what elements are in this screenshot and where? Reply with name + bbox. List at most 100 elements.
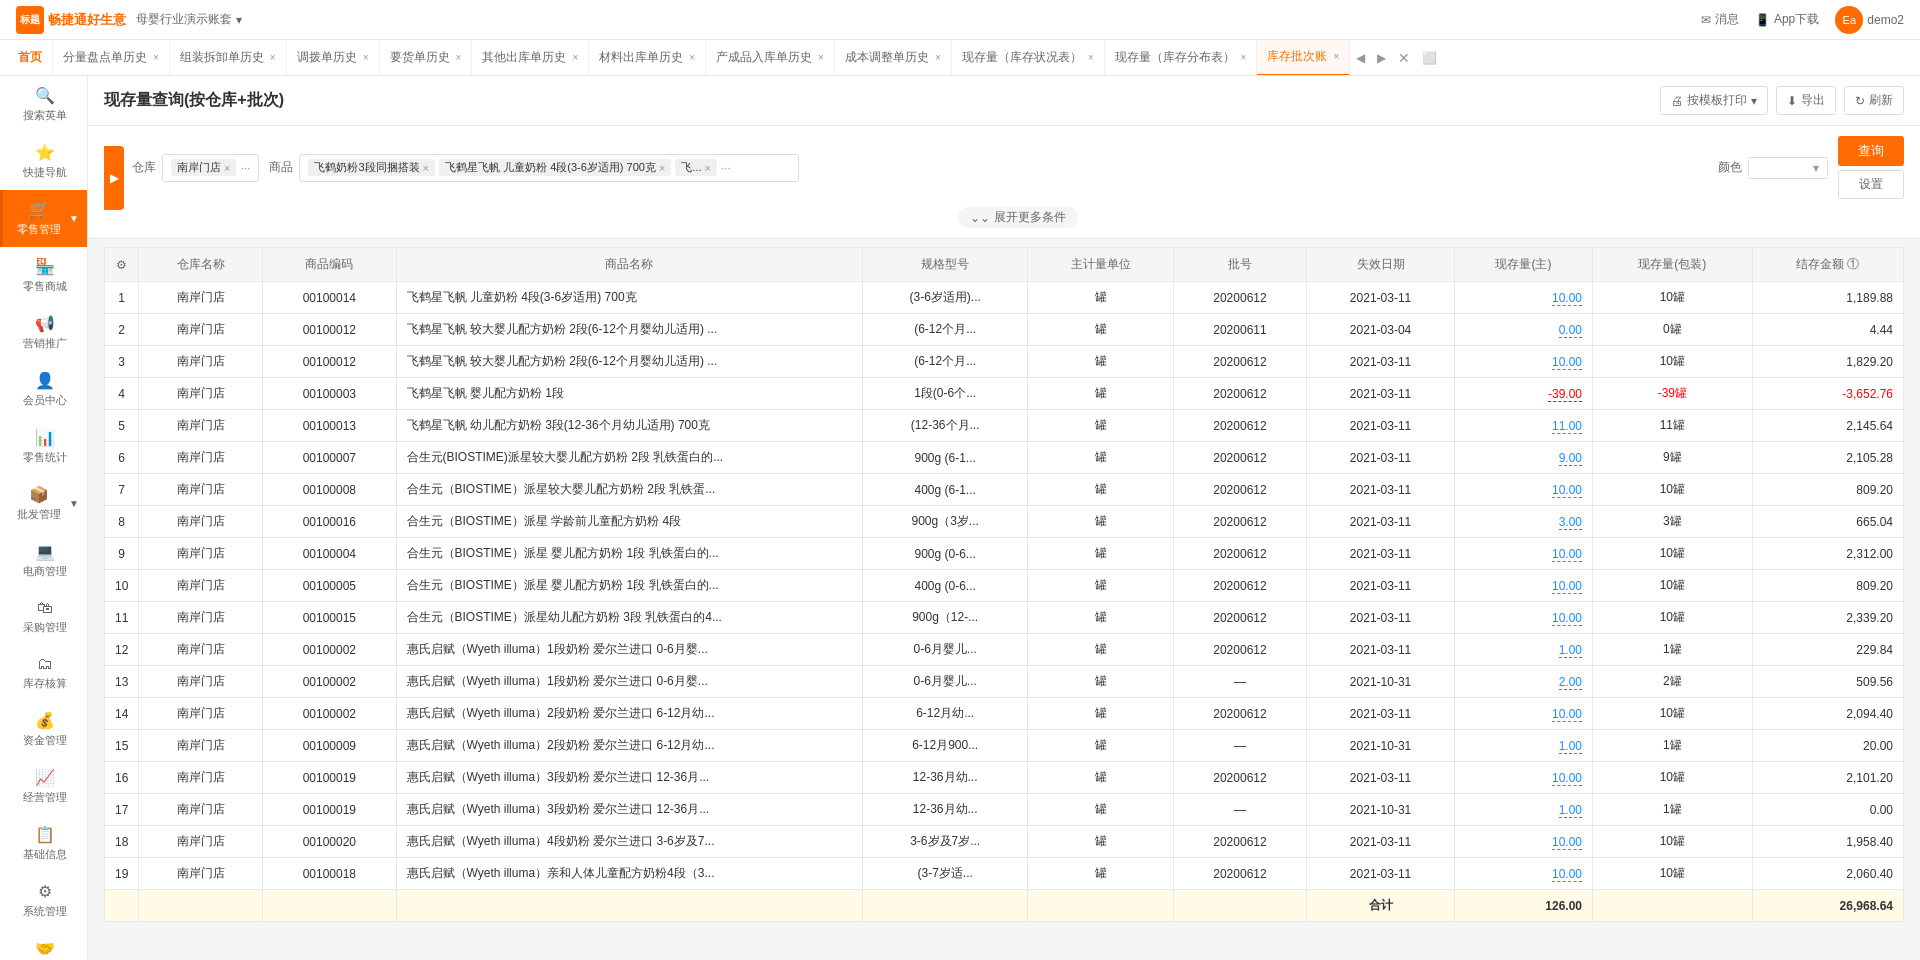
ecommerce-icon: 💻: [35, 542, 55, 561]
product-input[interactable]: 飞鹤奶粉3段同捆搭装 × 飞鹤星飞帆 儿童奶粉 4段(3-6岁适用) 700克 …: [299, 154, 799, 182]
tab-split[interactable]: 分量盘点单历史×: [53, 40, 170, 76]
tab-transfer[interactable]: 调拨单历史×: [287, 40, 380, 76]
table-row: 13 南岸门店 00100002 惠氏启赋（Wyeth illuma）1段奶粉 …: [105, 666, 1904, 698]
sidebar-item-operations[interactable]: 📈 经营管理: [0, 758, 87, 815]
tab-other-out[interactable]: 其他出库单历史×: [472, 40, 589, 76]
tab-requisition[interactable]: 要货单历史×: [380, 40, 473, 76]
sidebar-item-wholesale[interactable]: 📦 批发管理 ▼: [0, 475, 87, 532]
warehouse-more[interactable]: ···: [240, 161, 250, 175]
print-dropdown-arrow: ▾: [1751, 94, 1757, 108]
sidebar-item-inventory[interactable]: 🗂 库存核算: [0, 645, 87, 701]
product-tag-1-remove[interactable]: ×: [423, 162, 429, 174]
logo-icon: 标题: [16, 6, 44, 34]
chevron-down-icon: ▼: [69, 213, 79, 224]
sidebar-item-ecommerce[interactable]: 💻 电商管理: [0, 532, 87, 589]
tab-cost-adj[interactable]: 成本调整单历史×: [835, 40, 952, 76]
product-tag-3: 飞... ×: [675, 159, 717, 176]
main-layout: 🔍 搜索英单 ⭐ 快捷导航 🛒 零售管理 ▼ 🏪 零售商城 📢 营销推广 👤 会…: [0, 76, 1920, 960]
user-menu[interactable]: Ea demo2: [1835, 6, 1904, 34]
wholesale-icon: 📦: [29, 485, 49, 504]
color-dropdown-arrow: ▾: [1813, 161, 1819, 175]
warehouse-filter: 仓库 南岸门店 × ···: [132, 154, 259, 182]
col-qty-main: 现存量(主): [1454, 248, 1592, 282]
product-more[interactable]: ···: [721, 161, 731, 175]
avatar: Ea: [1835, 6, 1863, 34]
col-spec: 规格型号: [862, 248, 1028, 282]
nav-close-all[interactable]: ✕: [1392, 50, 1416, 66]
sidebar-item-marketing[interactable]: 📢 营销推广: [0, 304, 87, 361]
org-selector[interactable]: 母婴行业演示账套 ▾: [136, 11, 242, 28]
star-icon: ⭐: [35, 143, 55, 162]
sidebar-item-retail[interactable]: 🛒 零售管理 ▼: [0, 190, 87, 247]
warehouse-tag-remove[interactable]: ×: [224, 162, 230, 174]
logo: 标题 畅捷通好生意: [16, 6, 126, 34]
top-bar-right: ✉ 消息 📱 App下载 Ea demo2: [1701, 6, 1904, 34]
sidebar-item-enterprise[interactable]: 🤝 企业协同: [0, 929, 87, 960]
message-btn[interactable]: ✉ 消息: [1701, 11, 1739, 28]
table-row: 3 南岸门店 00100012 飞鹤星飞帆 较大婴儿配方奶粉 2段(6-12个月…: [105, 346, 1904, 378]
logo-text: 畅捷通好生意: [48, 11, 126, 29]
table-row: 12 南岸门店 00100002 惠氏启赋（Wyeth illuma）1段奶粉 …: [105, 634, 1904, 666]
table-footer-row: 合计 126.00 26,968.64: [105, 890, 1904, 922]
table-row: 18 南岸门店 00100020 惠氏启赋（Wyeth illuma）4段奶粉 …: [105, 826, 1904, 858]
top-bar: 标题 畅捷通好生意 母婴行业演示账套 ▾ ✉ 消息 📱 App下载 Ea dem…: [0, 0, 1920, 40]
tab-material-out[interactable]: 材料出库单历史×: [589, 40, 706, 76]
table-row: 14 南岸门店 00100002 惠氏启赋（Wyeth illuma）2段奶粉 …: [105, 698, 1904, 730]
nav-next-arrow[interactable]: ▶: [1371, 51, 1392, 65]
col-balance: 结存金额 ①: [1752, 248, 1903, 282]
shop-icon: 🏪: [35, 257, 55, 276]
product-tag-3-remove[interactable]: ×: [705, 162, 711, 174]
sidebar-item-basic[interactable]: 📋 基础信息: [0, 815, 87, 872]
sidebar-item-retail-shop[interactable]: 🏪 零售商城: [0, 247, 87, 304]
sidebar-item-member[interactable]: 👤 会员中心: [0, 361, 87, 418]
footer-label: 合计: [1307, 890, 1455, 922]
table-row: 8 南岸门店 00100016 合生元（BIOSTIME）派星 学龄前儿童配方奶…: [105, 506, 1904, 538]
expand-more-btn[interactable]: ⌄⌄ 展开更多条件: [958, 207, 1078, 228]
col-code: 商品编码: [263, 248, 396, 282]
sidebar-item-system[interactable]: ⚙ 系统管理: [0, 872, 87, 929]
sidebar-item-search[interactable]: 🔍 搜索英单: [0, 76, 87, 133]
tab-stock-batch[interactable]: 库存批次账×: [1257, 40, 1350, 76]
tab-stock-dist[interactable]: 现存量（库存分布表）×: [1105, 40, 1258, 76]
filter-expand-btn[interactable]: ▶: [104, 146, 124, 210]
app-download-btn[interactable]: 📱 App下载: [1755, 11, 1819, 28]
export-btn[interactable]: ⬇ 导出: [1776, 86, 1836, 115]
content: 现存量查询(按仓库+批次) 🖨 按模板打印 ▾ ⬇ 导出 ↻ 刷新: [88, 76, 1920, 960]
nav-tabs: 首页 分量盘点单历史× 组装拆卸单历史× 调拨单历史× 要货单历史× 其他出库单…: [0, 40, 1920, 76]
tab-product-in[interactable]: 产成品入库单历史×: [706, 40, 835, 76]
warehouse-input[interactable]: 南岸门店 × ···: [162, 154, 259, 182]
sidebar-item-retail-stat[interactable]: 📊 零售统计: [0, 418, 87, 475]
enterprise-icon: 🤝: [35, 939, 55, 958]
table-row: 7 南岸门店 00100008 合生元（BIOSTIME）派星较大婴儿配方奶粉 …: [105, 474, 1904, 506]
sidebar-item-shortcut[interactable]: ⭐ 快捷导航: [0, 133, 87, 190]
basic-icon: 📋: [35, 825, 55, 844]
product-tag-2-remove[interactable]: ×: [659, 162, 665, 174]
tab-stock-status[interactable]: 现存量（库存状况表）×: [952, 40, 1105, 76]
nav-expand-arrow[interactable]: ⬜: [1416, 51, 1443, 65]
tab-combo[interactable]: 组装拆卸单历史×: [170, 40, 287, 76]
print-btn[interactable]: 🖨 按模板打印 ▾: [1660, 86, 1768, 115]
table-row: 4 南岸门店 00100003 飞鹤星飞帆 婴儿配方奶粉 1段 1段(0-6个.…: [105, 378, 1904, 410]
page-title: 现存量查询(按仓库+批次): [104, 90, 284, 111]
product-filter: 商品 飞鹤奶粉3段同捆搭装 × 飞鹤星飞帆 儿童奶粉 4段(3-6岁适用) 70…: [269, 154, 1708, 182]
sidebar: 🔍 搜索英单 ⭐ 快捷导航 🛒 零售管理 ▼ 🏪 零售商城 📢 营销推广 👤 会…: [0, 76, 88, 960]
table-row: 15 南岸门店 00100009 惠氏启赋（Wyeth illuma）2段奶粉 …: [105, 730, 1904, 762]
expand-conditions: ⌄⌄ 展开更多条件: [132, 207, 1904, 228]
settings-gear-icon[interactable]: ⚙: [116, 258, 127, 272]
refresh-btn[interactable]: ↻ 刷新: [1844, 86, 1904, 115]
sidebar-item-purchase[interactable]: 🛍 采购管理: [0, 589, 87, 645]
tab-home[interactable]: 首页: [8, 40, 53, 76]
marketing-icon: 📢: [35, 314, 55, 333]
filter-row: 仓库 南岸门店 × ··· 商品: [132, 136, 1904, 199]
product-tag-1: 飞鹤奶粉3段同捆搭装 ×: [308, 159, 435, 176]
table-row: 19 南岸门店 00100018 惠氏启赋（Wyeth illuma）亲和人体儿…: [105, 858, 1904, 890]
sidebar-item-finance[interactable]: 💰 资金管理: [0, 701, 87, 758]
search-btn[interactable]: 查询: [1838, 136, 1904, 166]
retail-icon: 🛒: [29, 200, 49, 219]
chevron-down-icon-2: ▼: [69, 498, 79, 509]
color-dropdown[interactable]: ▾: [1748, 157, 1828, 179]
setting-btn[interactable]: 设置: [1838, 170, 1904, 199]
col-settings[interactable]: ⚙: [105, 248, 139, 282]
col-name: 商品名称: [396, 248, 862, 282]
nav-prev-arrow[interactable]: ◀: [1350, 51, 1371, 65]
